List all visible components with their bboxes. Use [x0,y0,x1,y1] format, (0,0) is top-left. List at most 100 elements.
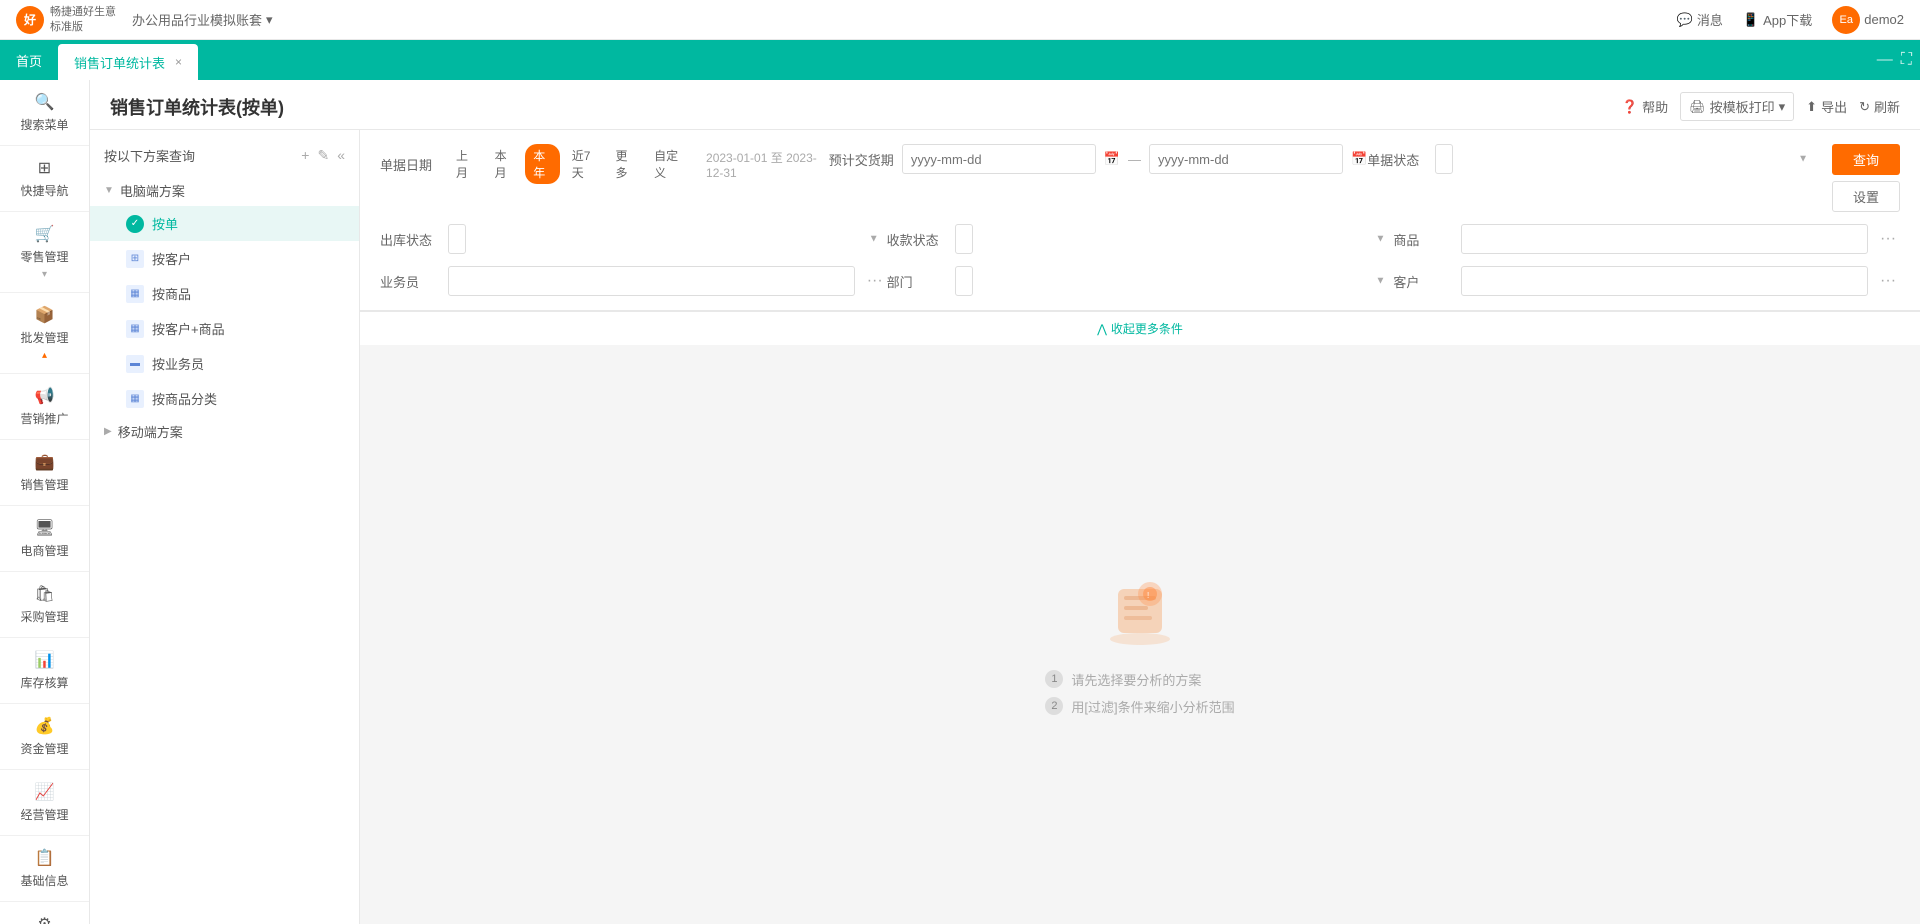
delivery-date-start[interactable] [902,144,1096,174]
app-selector[interactable]: 办公用品行业模拟账套 ▾ [124,10,281,29]
scheme-icon-bar: ▬ [126,355,144,373]
delivery-date-end[interactable] [1149,144,1343,174]
filter-field-payment-status: 收款状态 [887,224,1394,254]
refresh-icon: ↻ [1859,99,1870,115]
help-icon: ❓ [1622,99,1638,115]
calendar-icon-1: 📅 [1104,151,1120,167]
date-tab-this-year[interactable]: 本年 [525,144,560,184]
data-area: ! 1 请先选择要分析的方案 2 用[过滤]条件来缩小分析范围 [360,345,1920,924]
sidebar-item-search[interactable]: 🔍 搜索菜单 [0,80,89,146]
date-tab-this-month[interactable]: 本月 [487,144,522,184]
scheme-group-mobile-title[interactable]: ▶ 移动端方案 [90,416,359,447]
purchase-icon: 🛍 [34,584,54,604]
sidebar-item-ecommerce[interactable]: 🖥 电商管理 [0,506,89,572]
operations-icon: 📈 [35,782,55,802]
customer-more-icon[interactable]: ··· [1876,272,1900,290]
tab-home[interactable]: 首页 [0,40,58,80]
message-icon: 💬 [1677,12,1693,28]
product-more-icon[interactable]: ··· [1876,230,1900,248]
delivery-status-select[interactable] [448,224,466,254]
sidebar-item-inventory[interactable]: 📊 库存核算 [0,638,89,704]
customer-input[interactable] [1461,266,1868,296]
scheme-item-by-order[interactable]: ✓ 按单 [90,206,359,241]
sidebar-item-system[interactable]: ⚙ 系统管理 [0,902,89,924]
minimize-icon[interactable]: — [1877,51,1893,69]
app-download-action[interactable]: 📱 App下载 [1743,10,1812,29]
calendar-icon-2: 📅 [1351,151,1367,167]
sidebar-item-marketing[interactable]: 📢 营销推广 [0,374,89,440]
payment-status-label: 收款状态 [887,230,947,249]
action-buttons: 查询 设置 [1832,144,1900,212]
filter-field-delivery-status: 出库状态 [380,224,887,254]
edit-scheme-button[interactable]: ✎ [317,147,329,164]
salesperson-more-icon[interactable]: ··· [863,272,887,290]
delivery-status-wrapper [448,224,887,254]
page-header: 销售订单统计表(按单) ❓ 帮助 🖨 按模板打印 ▾ ⬆ 导出 ↻ 刷新 [90,80,1920,130]
salesperson-input[interactable] [448,266,855,296]
export-button[interactable]: ⬆ 导出 [1806,97,1847,116]
scheme-group-pc-title[interactable]: ▼ 电脑端方案 [90,175,359,206]
scheme-icon-circle: ✓ [126,215,144,233]
top-bar: 好 畅捷通好生意 标准版 办公用品行业模拟账套 ▾ 💬 消息 📱 App下载 E… [0,0,1920,40]
date-label: 单据日期 [380,155,440,174]
system-icon: ⚙ [37,914,51,924]
message-action[interactable]: 💬 消息 [1677,10,1723,29]
user-area[interactable]: Ea demo2 [1832,6,1904,34]
department-select[interactable] [955,266,973,296]
sidebar-item-wholesale[interactable]: 📦 批发管理 ▴ [0,293,89,374]
sidebar-item-purchase[interactable]: 🛍 采购管理 [0,572,89,638]
refresh-button[interactable]: ↻ 刷新 [1859,97,1900,116]
sidebar-item-basic[interactable]: 📋 基础信息 [0,836,89,902]
scheme-icon-sq: ▦ [126,285,144,303]
inventory-icon: 📊 [35,650,55,670]
date-tab-custom[interactable]: 自定义 [646,144,690,184]
collapse-panel-button[interactable]: « [337,147,345,164]
sidebar-item-sales[interactable]: 💼 销售管理 [0,440,89,506]
wholesale-icon: 📦 [35,305,55,325]
retail-icon: 🛒 [35,224,55,244]
scheme-icon-sq2: ▦ [126,320,144,338]
tab-close-icon[interactable]: × [175,55,182,69]
date-tab-more[interactable]: 更多 [608,144,643,184]
sidebar-item-retail[interactable]: 🛒 零售管理 ▾ [0,212,89,293]
delivery-status-label: 出库状态 [380,230,440,249]
date-tab-last-month[interactable]: 上月 [448,144,483,184]
empty-hints: 1 请先选择要分析的方案 2 用[过滤]条件来缩小分析范围 [1045,670,1234,716]
arrow-down-icon: ▾ [42,269,47,280]
scheme-group-pc: ▼ 电脑端方案 ✓ 按单 ⊞ 按客户 ▦ [90,175,359,416]
sidebar-item-quick-nav[interactable]: ⊞ 快捷导航 [0,146,89,212]
scheme-item-by-product[interactable]: ▦ 按商品 [90,276,359,311]
hint-num-2: 2 [1045,697,1063,715]
payment-status-select[interactable] [955,224,973,254]
add-scheme-button[interactable]: + [301,147,309,164]
date-separator: — [1128,152,1141,167]
scheme-group-mobile: ▶ 移动端方案 [90,416,359,447]
left-panel-header: 按以下方案查询 + ✎ « [90,140,359,175]
salesperson-label: 业务员 [380,272,440,291]
order-status-select[interactable] [1435,144,1453,174]
scheme-item-by-salesperson[interactable]: ▬ 按业务员 [90,346,359,381]
scheme-item-by-cust-prod[interactable]: ▦ 按客户+商品 [90,311,359,346]
filter-row-2: 出库状态 收款状态 [380,224,1900,254]
finance-icon: 💰 [35,716,55,736]
help-button[interactable]: ❓ 帮助 [1622,97,1668,116]
scheme-item-by-category[interactable]: ▦ 按商品分类 [90,381,359,416]
sales-icon: 💼 [35,452,55,472]
scheme-item-by-customer[interactable]: ⊞ 按客户 [90,241,359,276]
arrow-right-icon: ▶ [104,426,112,437]
page-title: 销售订单统计表(按单) [110,94,284,120]
marketing-icon: 📢 [35,386,55,406]
maximize-icon[interactable]: ⛶ [1901,51,1912,69]
search-button[interactable]: 查询 [1832,144,1900,175]
sidebar-item-finance[interactable]: 💰 资金管理 [0,704,89,770]
sidebar-item-operations[interactable]: 📈 经营管理 [0,770,89,836]
collapse-bar[interactable]: ⋀ 收起更多条件 [360,311,1920,345]
filter-row-1: 单据日期 上月 本月 本年 近7天 更多 自定义 2023-01-01 至 20… [380,144,1900,212]
filter-field-order-status: 单据状态 [1367,144,1816,174]
settings-button[interactable]: 设置 [1832,181,1900,212]
tab-sales-order-stats[interactable]: 销售订单统计表 × [58,44,198,80]
product-input[interactable] [1461,224,1868,254]
date-tab-7days[interactable]: 近7天 [564,144,604,184]
empty-illustration: ! [1090,554,1190,654]
print-button[interactable]: 🖨 按模板打印 ▾ [1680,92,1794,121]
